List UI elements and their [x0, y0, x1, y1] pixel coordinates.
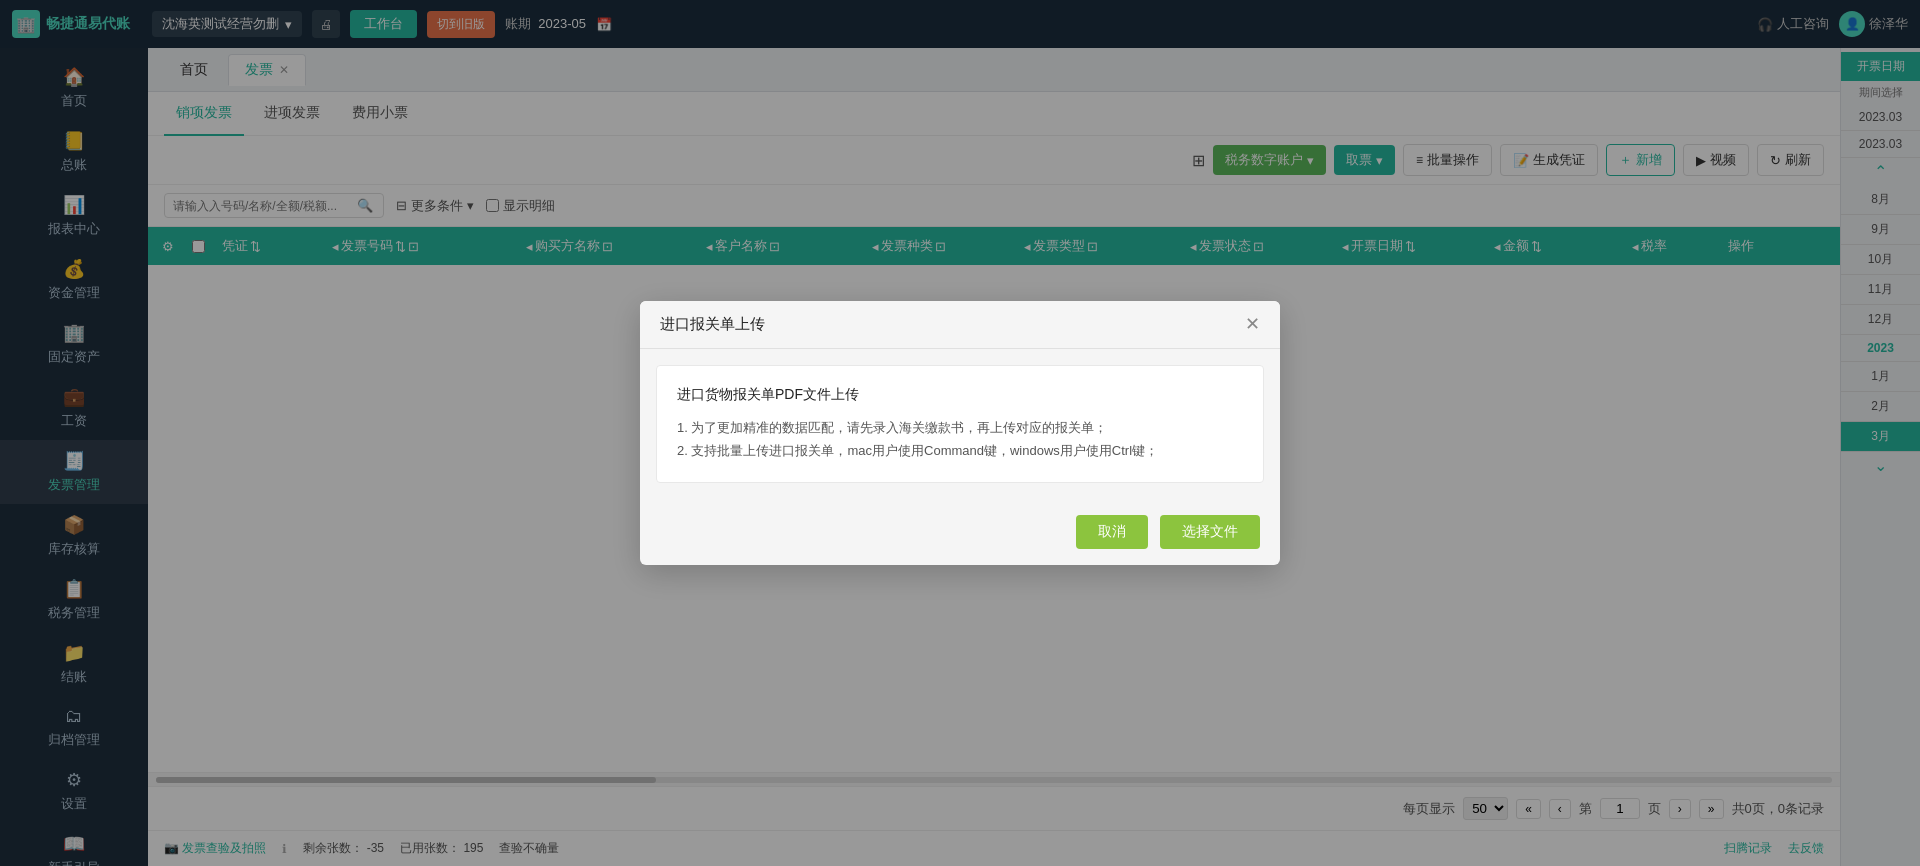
modal-instructions: 1. 为了更加精准的数据匹配，请先录入海关缴款书，再上传对应的报关单； 2. 支… — [677, 416, 1243, 463]
modal-dialog: 进口报关单上传 ✕ 进口货物报关单PDF文件上传 1. 为了更加精准的数据匹配，… — [640, 301, 1280, 566]
modal-overlay: 进口报关单上传 ✕ 进口货物报关单PDF文件上传 1. 为了更加精准的数据匹配，… — [0, 0, 1920, 866]
instruction-2: 2. 支持批量上传进口报关单，mac用户使用Command键，windows用户… — [677, 439, 1243, 462]
select-file-button[interactable]: 选择文件 — [1160, 515, 1260, 549]
cancel-modal-button[interactable]: 取消 — [1076, 515, 1148, 549]
modal-body-title: 进口货物报关单PDF文件上传 — [677, 386, 1243, 404]
modal-header: 进口报关单上传 ✕ — [640, 301, 1280, 349]
modal-footer: 取消 选择文件 — [640, 499, 1280, 565]
modal-body: 进口货物报关单PDF文件上传 1. 为了更加精准的数据匹配，请先录入海关缴款书，… — [656, 365, 1264, 484]
modal-title: 进口报关单上传 — [660, 315, 765, 334]
instruction-1: 1. 为了更加精准的数据匹配，请先录入海关缴款书，再上传对应的报关单； — [677, 416, 1243, 439]
close-icon[interactable]: ✕ — [1245, 315, 1260, 333]
